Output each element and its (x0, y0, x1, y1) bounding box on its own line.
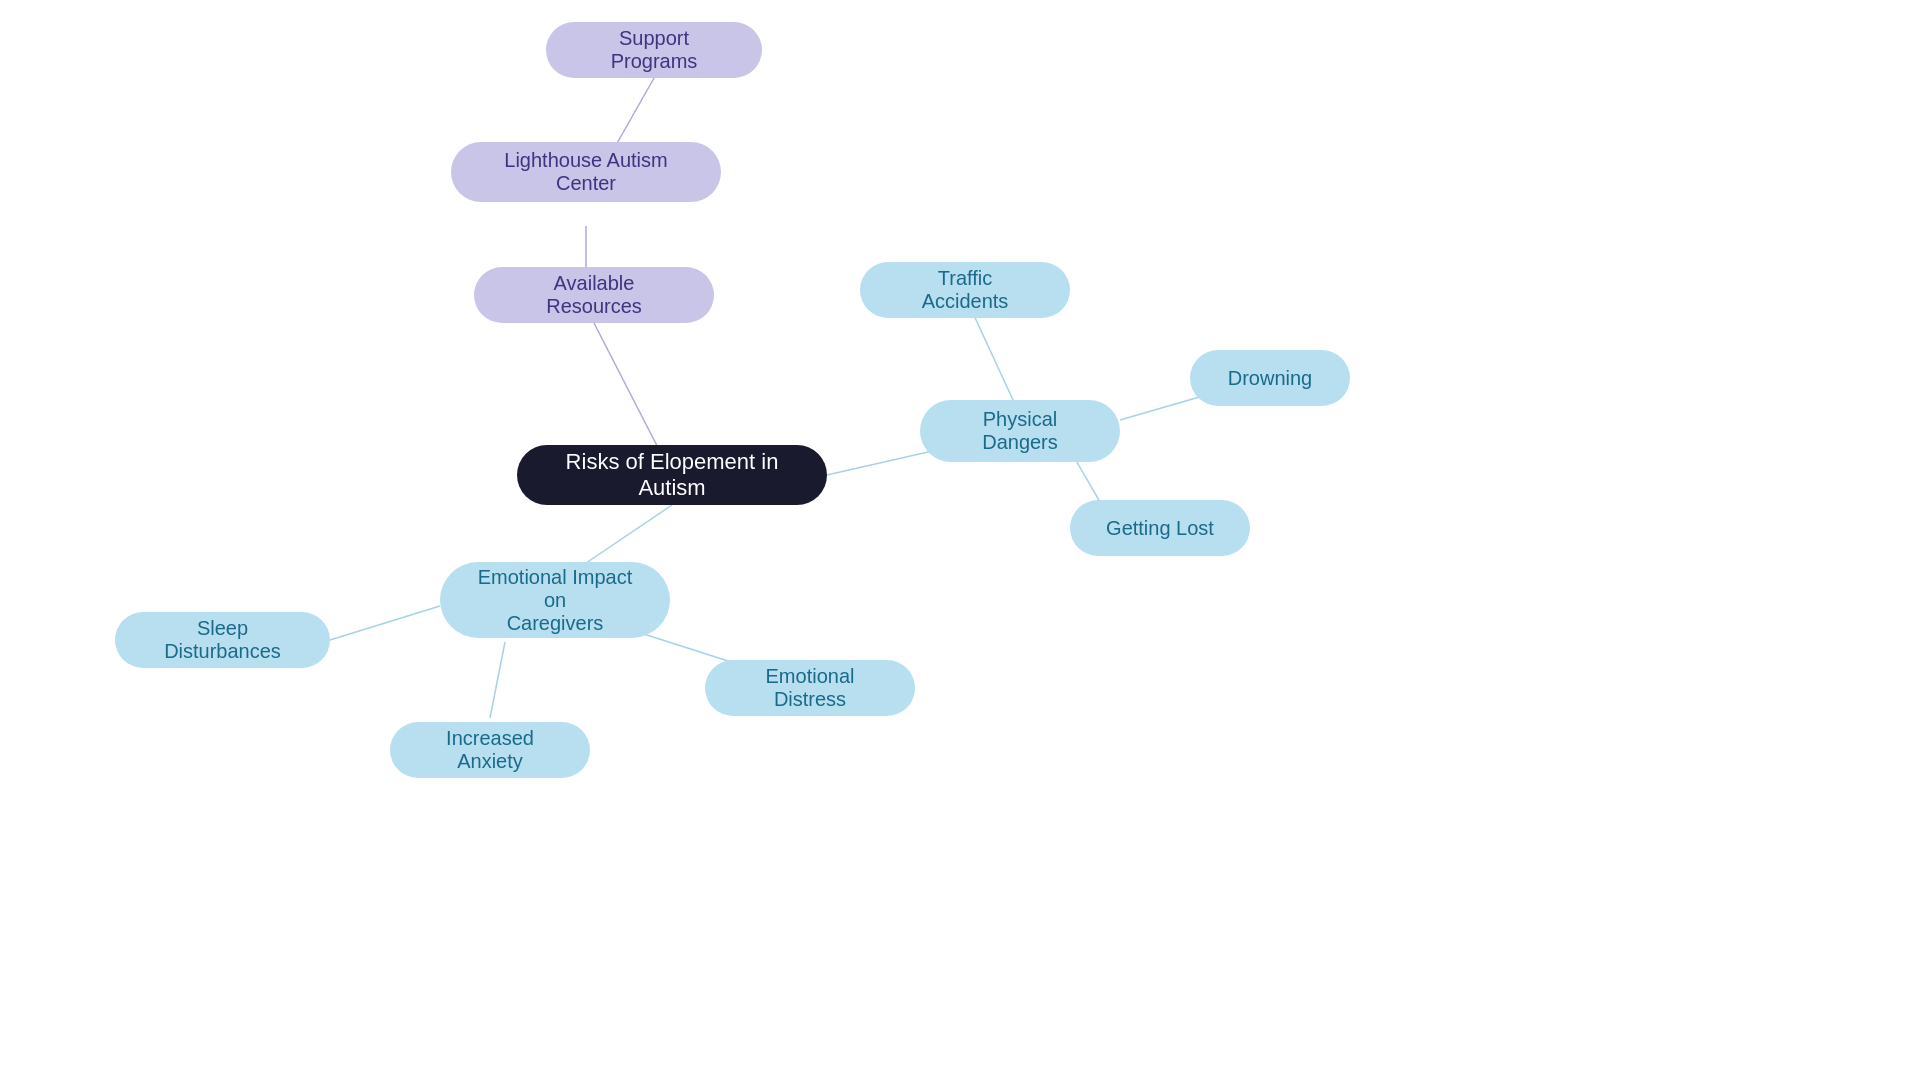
emotional-impact-node[interactable]: Emotional Impact on Caregivers (440, 562, 670, 638)
increased-anxiety-label: Increased Anxiety (426, 727, 554, 773)
emotional-impact-label: Emotional Impact on Caregivers (476, 566, 634, 635)
center-node[interactable]: Risks of Elopement in Autism (517, 445, 827, 505)
emotional-distress-label: Emotional Distress (741, 665, 879, 711)
available-resources-label: Available Resources (510, 272, 678, 318)
physical-dangers-node[interactable]: Physical Dangers (920, 400, 1120, 462)
physical-dangers-label: Physical Dangers (956, 408, 1084, 454)
svg-line-8 (330, 606, 440, 640)
available-resources-node[interactable]: Available Resources (474, 267, 714, 323)
center-label: Risks of Elopement in Autism (557, 449, 787, 501)
drowning-label: Drowning (1228, 367, 1312, 390)
getting-lost-label: Getting Lost (1106, 517, 1214, 540)
drowning-node[interactable]: Drowning (1190, 350, 1350, 406)
traffic-accidents-node[interactable]: Traffic Accidents (860, 262, 1070, 318)
support-programs-label: Support Programs (582, 27, 726, 73)
lighthouse-label: Lighthouse Autism Center (487, 149, 685, 195)
getting-lost-node[interactable]: Getting Lost (1070, 500, 1250, 556)
increased-anxiety-node[interactable]: Increased Anxiety (390, 722, 590, 778)
emotional-distress-node[interactable]: Emotional Distress (705, 660, 915, 716)
traffic-accidents-label: Traffic Accidents (896, 267, 1034, 313)
lighthouse-node[interactable]: Lighthouse Autism Center (451, 142, 721, 202)
sleep-disturbances-node[interactable]: Sleep Disturbances (115, 612, 330, 668)
sleep-disturbances-label: Sleep Disturbances (151, 617, 294, 663)
svg-line-9 (490, 642, 505, 718)
connections-svg (0, 0, 1920, 1083)
support-programs-node[interactable]: Support Programs (546, 22, 762, 78)
